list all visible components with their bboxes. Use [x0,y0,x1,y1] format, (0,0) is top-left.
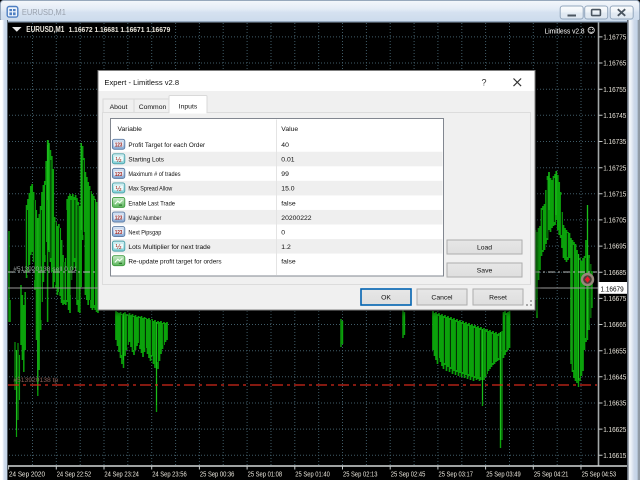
svg-text:24 Sep 2020: 24 Sep 2020 [9,469,45,478]
svg-text:Variable: Variable [118,126,143,133]
svg-text:15.0: 15.0 [281,186,294,193]
svg-text:½: ½ [116,156,122,164]
svg-text:1.16765: 1.16765 [603,59,626,68]
svg-text:1.16685: 1.16685 [603,268,626,277]
svg-text:1.16655: 1.16655 [603,346,626,355]
svg-text:1.16715: 1.16715 [603,189,626,198]
svg-text:1.16775: 1.16775 [603,33,626,42]
svg-text:#513920138 tp: #513920138 tp [13,377,58,384]
svg-text:Enable Last Trade: Enable Last Trade [128,200,175,207]
svg-text:1.16665: 1.16665 [603,320,626,329]
svg-text:1.16695: 1.16695 [603,242,626,251]
svg-text:Save: Save [477,267,493,274]
svg-text:Cancel: Cancel [431,295,453,302]
svg-text:1.16705: 1.16705 [603,216,626,225]
svg-text:?: ? [482,78,487,88]
svg-text:123: 123 [115,172,122,178]
svg-text:Starting Lots: Starting Lots [128,157,164,164]
svg-text:Limitless v2.8: Limitless v2.8 [545,26,585,35]
svg-text:false: false [281,258,296,265]
svg-text:25 Sep 01:40: 25 Sep 01:40 [295,469,330,478]
svg-text:1.16679: 1.16679 [601,284,624,293]
svg-text:#513920138 sell 0.01: #513920138 sell 0.01 [13,266,77,273]
svg-text:25 Sep 03:49: 25 Sep 03:49 [486,469,521,478]
svg-text:24 Sep 23:24: 24 Sep 23:24 [104,469,138,478]
svg-text:½: ½ [116,243,122,251]
svg-text:OK: OK [381,295,391,302]
svg-text:Value: Value [281,126,298,133]
svg-text:25 Sep 04:53: 25 Sep 04:53 [582,469,617,478]
svg-text:Common: Common [139,104,167,111]
svg-text:1.16672 1.16681 1.16671 1.1667: 1.16672 1.16681 1.16671 1.16679 [69,25,171,34]
svg-text:24 Sep 23:56: 24 Sep 23:56 [152,469,187,478]
svg-text:Maximum # of trades: Maximum # of trades [128,171,181,178]
svg-text:Expert - Limitless v2.8: Expert - Limitless v2.8 [104,78,179,87]
svg-text:Max Spread Allow: Max Spread Allow [128,186,172,193]
svg-text:false: false [281,200,296,207]
svg-text:1.16675: 1.16675 [603,294,626,303]
svg-text:25 Sep 02:45: 25 Sep 02:45 [391,469,426,478]
svg-text:24 Sep 22:52: 24 Sep 22:52 [57,469,91,478]
svg-text:99: 99 [281,171,289,178]
svg-text:123: 123 [115,230,122,236]
svg-text:123: 123 [115,143,122,149]
svg-text:25 Sep 04:21: 25 Sep 04:21 [534,469,569,478]
svg-text:0: 0 [281,229,285,236]
svg-text:1.2: 1.2 [281,244,291,251]
svg-text:Magic Number: Magic Number [128,215,162,222]
svg-text:Load: Load [477,244,492,251]
svg-text:20200222: 20200222 [281,215,311,222]
svg-text:40: 40 [281,142,289,149]
svg-text:25 Sep 01:08: 25 Sep 01:08 [248,469,283,478]
svg-text:Reset: Reset [489,295,507,302]
svg-text:1.16725: 1.16725 [603,163,626,172]
svg-text:1.16625: 1.16625 [603,425,626,434]
svg-text:EURUSD,M1: EURUSD,M1 [26,25,65,34]
svg-text:Lots Multiplier for next trade: Lots Multiplier for next trade [128,244,211,251]
svg-text:1.16645: 1.16645 [603,372,626,381]
svg-text:25 Sep 03:17: 25 Sep 03:17 [439,469,474,478]
svg-text:0.01: 0.01 [281,157,294,164]
svg-text:Next Pipsgap: Next Pipsgap [128,229,161,236]
svg-text:1.16755: 1.16755 [603,85,626,94]
svg-text:About: About [110,104,128,111]
svg-text:25 Sep 00:36: 25 Sep 00:36 [200,469,235,478]
svg-text:123: 123 [115,215,122,221]
svg-text:1.16735: 1.16735 [603,137,626,146]
svg-text:Re-update profit target for or: Re-update profit target for orders [128,258,222,265]
svg-text:Inputs: Inputs [179,104,198,111]
svg-text:1.16635: 1.16635 [603,399,626,408]
svg-text:1.16745: 1.16745 [603,111,626,120]
svg-text:Profit Target for each Order: Profit Target for each Order [128,142,205,149]
svg-text:1.16615: 1.16615 [603,451,626,460]
svg-text:25 Sep 02:13: 25 Sep 02:13 [343,469,378,478]
svg-text:½: ½ [116,185,122,193]
svg-text:EURUSD,M1: EURUSD,M1 [22,7,66,17]
